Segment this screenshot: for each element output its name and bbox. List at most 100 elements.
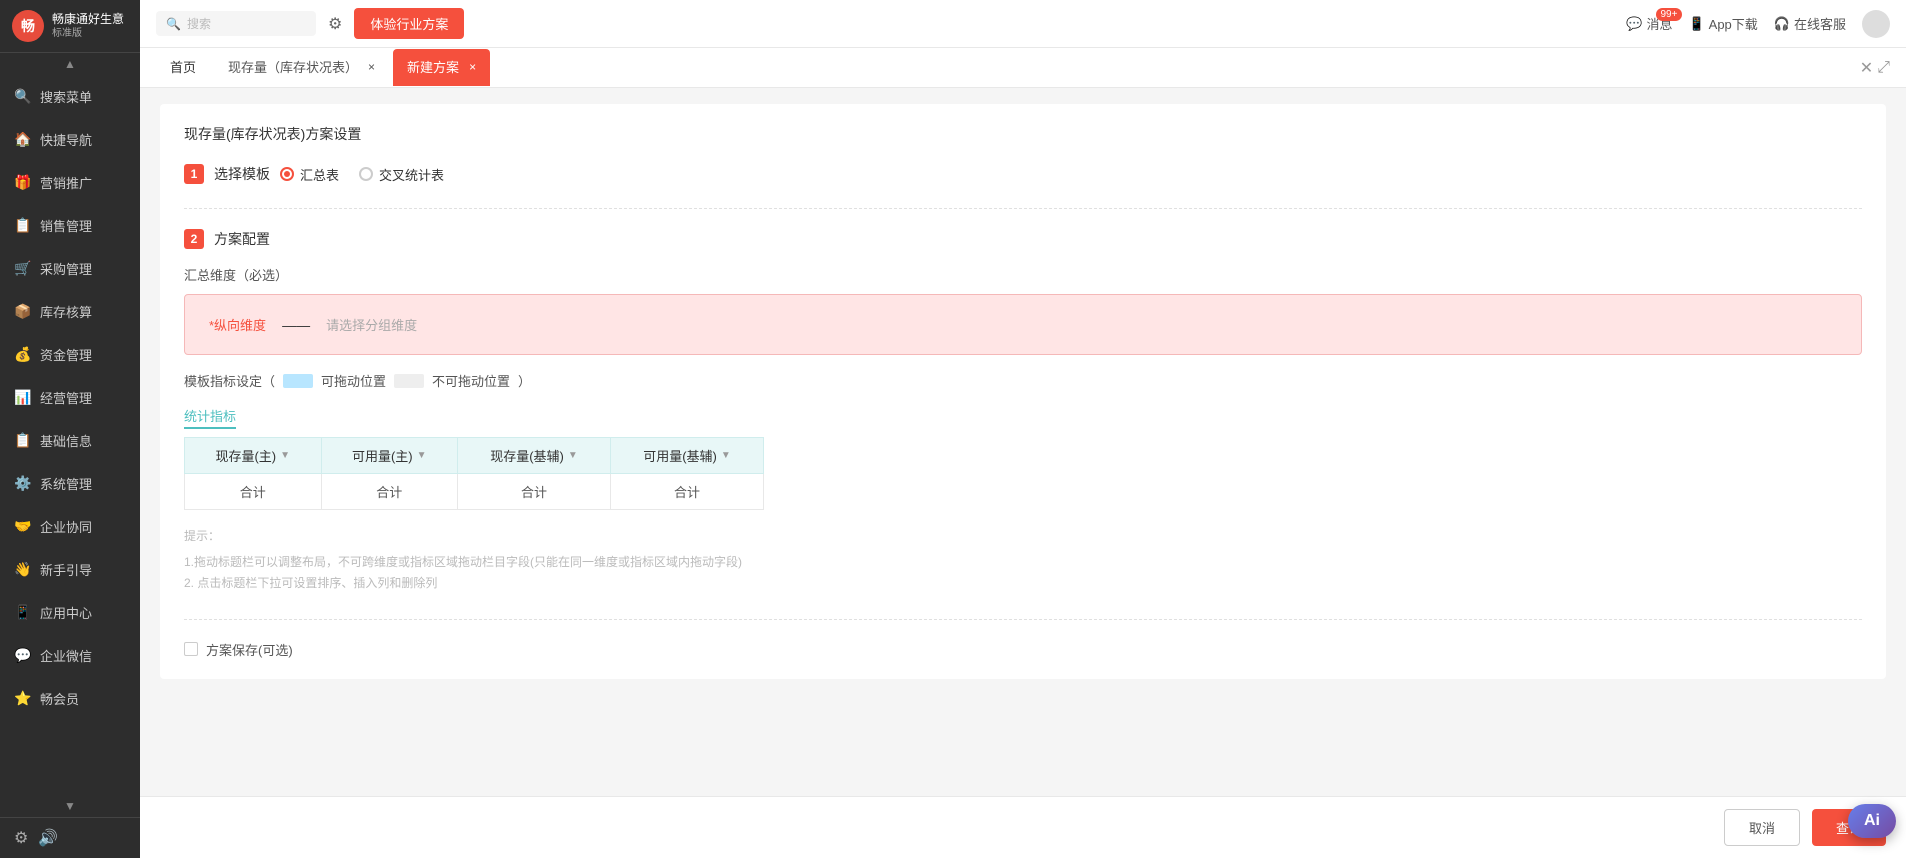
logo-icon: 畅: [12, 10, 44, 42]
star-icon: ⭐: [14, 690, 32, 708]
tab-new-scheme-label: 新建方案: [407, 57, 459, 76]
sidebar-item-basic-info[interactable]: 📋 基础信息: [0, 419, 140, 462]
step-divider: [184, 208, 1862, 209]
ai-fab-button[interactable]: Ai: [1848, 804, 1896, 838]
sales-icon: 📋: [14, 217, 32, 235]
box-icon: 📦: [14, 303, 32, 321]
sidebar-item-app-center[interactable]: 📱 应用中心: [0, 591, 140, 634]
wave-icon: 👋: [14, 561, 32, 579]
sidebar-item-label: 搜索菜单: [40, 87, 92, 106]
save-option: 方案保存(可选): [184, 640, 1862, 659]
sound-icon[interactable]: 🔊: [38, 828, 58, 848]
content-area: 现存量(库存状况表)方案设置 1 选择模板 汇总表 交叉统计表: [140, 88, 1906, 796]
dimension-required-mark: *纵向维度: [209, 315, 266, 334]
topbar-right: 💬 消息 99+ 📱 App下载 🎧 在线客服: [1626, 10, 1890, 38]
phone-icon: 📱: [14, 604, 32, 622]
fixed-label: 不可拖动位置: [432, 371, 510, 390]
sidebar-item-quick-nav[interactable]: 🏠 快捷导航: [0, 118, 140, 161]
stats-table: 现存量(主) ▼ 可用量(主) ▼: [184, 437, 764, 510]
tab-new-scheme[interactable]: 新建方案 ×: [393, 49, 490, 86]
cell-0-0: 合计: [185, 474, 322, 510]
user-avatar[interactable]: [1862, 10, 1890, 38]
cell-0-3: 合计: [610, 474, 763, 510]
sidebar-item-label: 快捷导航: [40, 130, 92, 149]
sidebar-scroll-down[interactable]: ▼: [0, 795, 140, 817]
tab-inventory-close[interactable]: ×: [368, 60, 375, 74]
template-indicator: 模板指标设定（ 可拖动位置 不可拖动位置 ）: [184, 371, 1862, 390]
col-available-qty-aux[interactable]: 可用量(基辅) ▼: [610, 438, 763, 474]
tabs-bar: 首页 现存量（库存状况表） × 新建方案 × ✕ ⤢: [140, 48, 1906, 88]
topbar-left: 🔍 搜索 ⚙ 体验行业方案: [156, 8, 464, 39]
trial-button[interactable]: 体验行业方案: [354, 8, 464, 39]
radio-cross[interactable]: 交叉统计表: [359, 165, 444, 184]
col-current-qty-main[interactable]: 现存量(主) ▼: [185, 438, 322, 474]
wechat-icon: 💬: [14, 647, 32, 665]
messages-badge[interactable]: 💬 消息 99+: [1626, 14, 1672, 33]
cancel-button[interactable]: 取消: [1724, 809, 1800, 846]
expand-panel-icon[interactable]: ⤢: [1877, 59, 1890, 77]
sidebar-item-inventory[interactable]: 📦 库存核算: [0, 290, 140, 333]
tips-item-2: 2. 点击标题栏下拉可设置排序、插入列和删除列: [184, 573, 1862, 595]
topbar: 🔍 搜索 ⚙ 体验行业方案 💬 消息 99+ 📱 App下载 🎧 在线客服: [140, 0, 1906, 48]
sidebar-item-purchase[interactable]: 🛒 采购管理: [0, 247, 140, 290]
sidebar-item-finance[interactable]: 💰 资金管理: [0, 333, 140, 376]
sidebar-item-label: 资金管理: [40, 345, 92, 364]
sidebar-item-label: 基础信息: [40, 431, 92, 450]
app-download-item[interactable]: 📱 App下载: [1688, 14, 1757, 33]
col-current-qty-aux[interactable]: 现存量(基辅) ▼: [458, 438, 611, 474]
tab-inventory-label: 现存量（库存状况表）: [228, 57, 358, 76]
sidebar-item-wechat[interactable]: 💬 企业微信: [0, 634, 140, 677]
handshake-icon: 🤝: [14, 518, 32, 536]
sidebar-item-operations[interactable]: 📊 经营管理: [0, 376, 140, 419]
fixed-indicator: [394, 374, 424, 388]
sidebar-item-label: 应用中心: [40, 603, 92, 622]
dimension-box: *纵向维度 —— 请选择分组维度: [184, 294, 1862, 355]
sidebar-nav: 🔍 搜索菜单 🏠 快捷导航 🎁 营销推广 📋 销售管理 🛒 采购管理 📦 库存核…: [0, 75, 140, 795]
save-checkbox[interactable]: [184, 642, 198, 656]
tab-new-scheme-close[interactable]: ×: [469, 60, 476, 74]
sidebar-item-label: 经营管理: [40, 388, 92, 407]
sidebar-item-cooperation[interactable]: 🤝 企业协同: [0, 505, 140, 548]
dimension-placeholder[interactable]: 请选择分组维度: [326, 315, 417, 334]
sidebar-scroll-up[interactable]: ▲: [0, 53, 140, 75]
movable-label: 可拖动位置: [321, 371, 386, 390]
cell-0-2: 合计: [458, 474, 611, 510]
search-placeholder: 搜索: [187, 15, 211, 32]
sidebar-item-system[interactable]: ⚙️ 系统管理: [0, 462, 140, 505]
radio-summary[interactable]: 汇总表: [280, 165, 339, 184]
search-icon: 🔍: [166, 17, 181, 31]
sidebar-item-search[interactable]: 🔍 搜索菜单: [0, 75, 140, 118]
online-service-label: 在线客服: [1794, 14, 1846, 33]
online-service-item[interactable]: 🎧 在线客服: [1774, 14, 1846, 33]
sidebar-item-label: 企业协同: [40, 517, 92, 536]
tips-section: 提示： 1.拖动标题栏可以调整布局，不可跨维度或指标区域拖动栏目字段(只能在同一…: [184, 526, 1862, 595]
table-row: 合计 合计 合计 合计: [185, 474, 764, 510]
col-arrow-0: ▼: [280, 450, 290, 461]
tab-inventory-status[interactable]: 现存量（库存状况表） ×: [214, 49, 389, 86]
table-section: 统计指标 现存量(主) ▼: [184, 406, 1862, 510]
tab-home[interactable]: 首页: [156, 49, 210, 86]
settings-bottom-icon[interactable]: ⚙: [14, 828, 28, 848]
step1-title: 选择模板: [214, 164, 270, 184]
table-label: 统计指标: [184, 406, 236, 429]
save-label: 方案保存(可选): [206, 640, 293, 659]
sidebar-item-new-guide[interactable]: 👋 新手引导: [0, 548, 140, 591]
settings-panel: 现存量(库存状况表)方案设置 1 选择模板 汇总表 交叉统计表: [160, 104, 1886, 679]
step2-section: 2 方案配置 汇总维度（必选） *纵向维度 —— 请选择分组维度 模板指标设定（…: [184, 229, 1862, 595]
tips-item-1: 1.拖动标题栏可以调整布局，不可跨维度或指标区域拖动栏目字段(只能在同一维度或指…: [184, 552, 1862, 574]
sidebar-item-marketing[interactable]: 🎁 营销推广: [0, 161, 140, 204]
dimension-arrow: ——: [282, 317, 310, 333]
sidebar-item-sales[interactable]: 📋 销售管理: [0, 204, 140, 247]
tab-home-label: 首页: [170, 57, 196, 76]
settings-icon[interactable]: ⚙: [328, 14, 342, 34]
step1-section: 1 选择模板 汇总表 交叉统计表: [184, 164, 1862, 184]
close-panel-icon[interactable]: ✕: [1860, 58, 1873, 78]
indicator-end: ）: [518, 371, 531, 390]
col-arrow-1: ▼: [417, 450, 427, 461]
radio-dot-cross: [359, 167, 373, 181]
sidebar-item-membership[interactable]: ⭐ 畅会员: [0, 677, 140, 720]
topbar-search-box[interactable]: 🔍 搜索: [156, 11, 316, 36]
col-available-qty-main[interactable]: 可用量(主) ▼: [321, 438, 458, 474]
message-icon: 💬: [1626, 16, 1642, 32]
logo-text: 畅康通好生意 标准版: [52, 12, 124, 41]
